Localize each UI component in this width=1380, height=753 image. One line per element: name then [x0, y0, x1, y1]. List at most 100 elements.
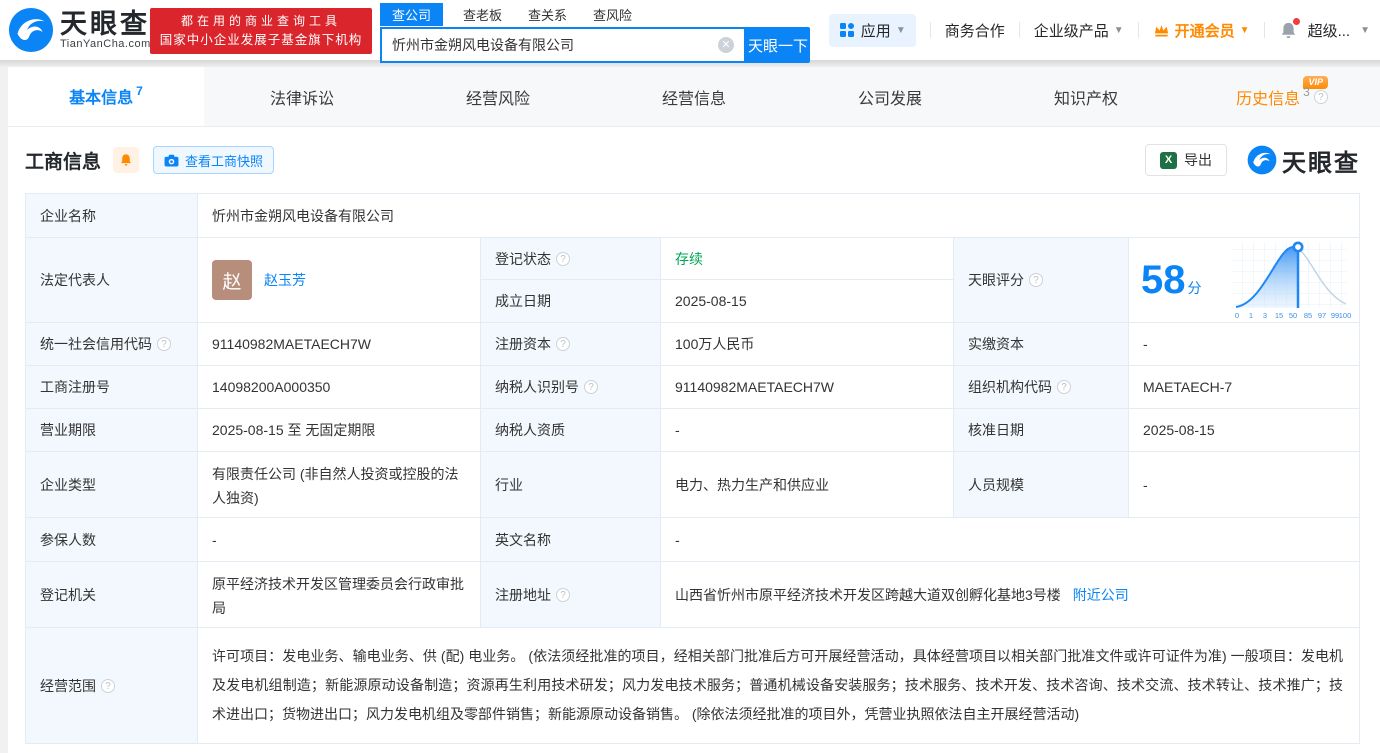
tab-operation-info[interactable]: 经营信息 [596, 67, 792, 126]
score-distribution-chart[interactable]: 0 1 3 15 50 85 97 99 100 [1231, 238, 1351, 322]
help-icon[interactable]: ? [556, 588, 570, 602]
bell-icon [119, 153, 133, 167]
tianyancha-logo[interactable]: 天眼查 TianYanCha.com [8, 7, 151, 53]
search-tab-boss[interactable]: 查老板 [463, 3, 502, 26]
legal-rep-name-link[interactable]: 赵玉芳 [264, 270, 306, 290]
divider [1019, 22, 1020, 38]
value-credit-code: 91140982MAETAECH7W [198, 323, 481, 366]
score-number: 58 [1141, 258, 1186, 302]
help-icon[interactable]: ? [1057, 380, 1071, 394]
label-registration-number: 工商注册号 [26, 366, 198, 409]
value-registration-number: 14098200A000350 [198, 366, 481, 409]
value-insured-count: - [198, 518, 481, 562]
watermark-logo: 天眼查 [1247, 143, 1360, 178]
label-registration-status: 登记状态? [481, 238, 661, 280]
page-background-strip [0, 67, 8, 753]
search-box: ✕ [380, 27, 746, 63]
divider [930, 22, 931, 38]
chevron-down-icon: ▼ [1114, 25, 1124, 36]
help-icon[interactable]: ? [157, 337, 171, 351]
app-grid-icon [839, 22, 855, 38]
value-registration-status: 存续 [661, 238, 954, 280]
tab-label: 基本信息 [69, 84, 133, 108]
value-english-name: - [661, 518, 1359, 562]
search-block: 查公司 查老板 查关系 查风险 ✕ 天眼一下 [380, 3, 810, 63]
monitor-bell-button[interactable] [113, 147, 139, 173]
svg-text:85: 85 [1304, 311, 1312, 320]
account-menu[interactable]: 超级... ▼ [1308, 20, 1370, 41]
value-taxpayer-quality: - [661, 409, 954, 452]
search-tab-relation[interactable]: 查关系 [528, 3, 567, 26]
apps-label: 应用 [861, 20, 891, 41]
apps-menu[interactable]: 应用 ▼ [829, 14, 916, 47]
snapshot-label: 查看工商快照 [185, 151, 263, 170]
open-vip-menu[interactable]: 开通会员 ▼ [1153, 20, 1250, 41]
tab-label: 经营信息 [662, 85, 726, 109]
svg-text:0: 0 [1235, 311, 1239, 320]
business-info-header: 工商信息 查看工商快照 X 导出 [25, 127, 1360, 193]
search-input[interactable] [382, 37, 718, 53]
label-company-name: 企业名称 [26, 194, 198, 238]
tab-label: 法律诉讼 [270, 85, 334, 109]
value-legal-representative: 赵 赵玉芳 [198, 238, 481, 323]
search-tab-company[interactable]: 查公司 [380, 3, 443, 26]
value-paid-capital: - [1129, 323, 1359, 366]
tab-label: 知识产权 [1054, 85, 1118, 109]
camera-icon [164, 154, 179, 167]
score-marker-pin [1294, 243, 1302, 251]
svg-text:50: 50 [1289, 311, 1297, 320]
value-company-type: 有限责任公司 (非自然人投资或控股的法人独资) [198, 452, 481, 518]
business-info-table: 企业名称 忻州市金朔风电设备有限公司 法定代表人 赵 赵玉芳 登记状态? 存续 … [25, 193, 1360, 744]
help-icon[interactable]: ? [556, 252, 570, 266]
label-taxpayer-id: 纳税人识别号? [481, 366, 661, 409]
divider [1138, 22, 1139, 38]
tab-legal-proceedings[interactable]: 法律诉讼 [204, 67, 400, 126]
chevron-down-icon: ▼ [1240, 25, 1250, 36]
help-icon[interactable]: ? [1314, 90, 1328, 104]
label-insured-count: 参保人数 [26, 518, 198, 562]
value-tianyan-score: 58分 [1129, 238, 1359, 323]
help-icon[interactable]: ? [584, 380, 598, 394]
business-scope-text: 许可项目：发电业务、输电业务、供 (配) 电业务。 (依法须经批准的项目，经相关… [212, 642, 1343, 729]
tab-intellectual-property[interactable]: 知识产权 [988, 67, 1184, 126]
search-tab-risk[interactable]: 查风险 [593, 3, 632, 26]
value-registered-address: 山西省忻州市原平经济技术开发区跨越大道双创孵化基地3号楼 附近公司 [661, 562, 1359, 628]
legal-rep-avatar[interactable]: 赵 [212, 260, 252, 300]
label-approval-date: 核准日期 [954, 409, 1129, 452]
excel-icon: X [1160, 152, 1177, 169]
help-icon[interactable]: ? [556, 337, 570, 351]
value-company-name: 忻州市金朔风电设备有限公司 [198, 194, 1359, 238]
tab-basic-info[interactable]: 基本信息 7 [8, 67, 204, 126]
tab-company-development[interactable]: 公司发展 [792, 67, 988, 126]
search-tabs: 查公司 查老板 查关系 查风险 [380, 3, 810, 26]
business-cooperation-link[interactable]: 商务合作 [945, 20, 1005, 41]
label-paid-capital: 实缴资本 [954, 323, 1129, 366]
promo-line2: 国家中小企业发展子基金旗下机构 [150, 31, 372, 50]
value-staff-size: - [1129, 452, 1359, 518]
value-taxpayer-id: 91140982MAETAECH7W [661, 366, 954, 409]
value-org-code: MAETAECH-7 [1129, 366, 1359, 409]
tianyancha-swirl-icon [1247, 145, 1277, 175]
label-establish-date: 成立日期 [481, 280, 661, 323]
score-unit: 分 [1188, 280, 1202, 296]
tab-history-info[interactable]: VIP 历史信息 3 ? [1184, 67, 1380, 126]
value-business-term: 2025-08-15 至 无固定期限 [198, 409, 481, 452]
search-button[interactable]: 天眼一下 [746, 27, 810, 63]
clear-search-icon[interactable]: ✕ [718, 37, 734, 53]
label-taxpayer-quality: 纳税人资质 [481, 409, 661, 452]
top-navigation-bar: 天眼查 TianYanCha.com 都在用的商业查询工具 国家中小企业发展子基… [0, 0, 1380, 60]
notifications-bell[interactable] [1279, 21, 1298, 40]
export-button[interactable]: X 导出 [1145, 144, 1227, 176]
enterprise-products-menu[interactable]: 企业级产品 ▼ [1034, 20, 1124, 41]
notification-dot [1293, 18, 1300, 25]
value-establish-date: 2025-08-15 [661, 280, 954, 323]
label-business-scope: 经营范围? [26, 628, 198, 743]
nearby-companies-link[interactable]: 附近公司 [1073, 585, 1129, 605]
main-content: 工商信息 查看工商快照 X 导出 [0, 127, 1380, 744]
snapshot-button[interactable]: 查看工商快照 [153, 146, 274, 174]
help-icon[interactable]: ? [101, 679, 115, 693]
value-registration-authority: 原平经济技术开发区管理委员会行政审批局 [198, 562, 481, 628]
logo-domain: TianYanCha.com [60, 38, 151, 50]
tab-operation-risk[interactable]: 经营风险 [400, 67, 596, 126]
help-icon[interactable]: ? [1029, 273, 1043, 287]
